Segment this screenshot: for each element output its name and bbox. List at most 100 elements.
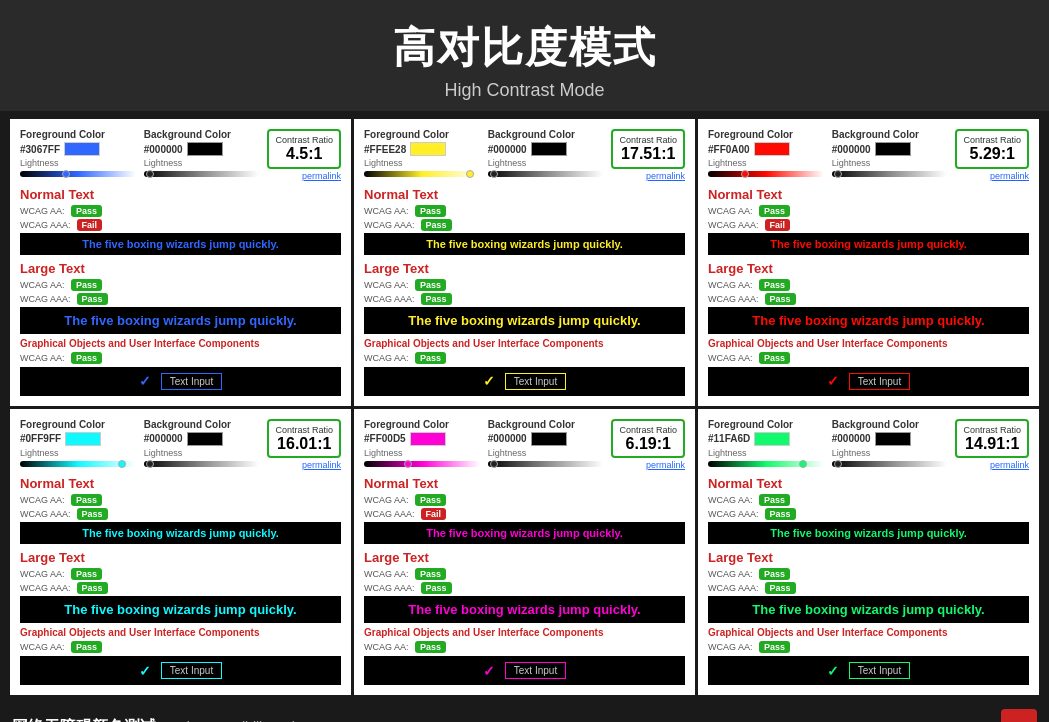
- contrast-value: 14.91:1: [963, 435, 1021, 453]
- normal-aa-badge: Pass: [759, 494, 790, 506]
- bg-lightness-label: Lightness: [832, 448, 948, 458]
- bg-hex: #000000: [832, 433, 871, 444]
- fg-hex: #0FF9FF: [20, 433, 61, 444]
- fg-thumb: [799, 460, 807, 468]
- graphical-aa-badge: Pass: [759, 352, 790, 364]
- bg-slider[interactable]: [144, 170, 260, 178]
- normal-aa-badge: Pass: [71, 494, 102, 506]
- large-aa-row: WCAG AA: Pass: [364, 568, 685, 580]
- title-en: High Contrast Mode: [0, 80, 1049, 101]
- bg-slider[interactable]: [488, 170, 604, 178]
- fg-slider[interactable]: [708, 460, 824, 468]
- bg-lightness-label: Lightness: [488, 448, 604, 458]
- text-input-demo[interactable]: Text Input: [505, 662, 566, 679]
- wcag-aa-label: WCAG AA:: [364, 495, 409, 505]
- normal-demo-box: The five boxing wizards jump quickly.: [20, 522, 341, 544]
- bg-thumb: [146, 460, 154, 468]
- fg-swatch: [410, 432, 446, 446]
- bg-value-row: #000000: [832, 432, 948, 446]
- graphical-demo-box: ✓ Text Input: [364, 367, 685, 396]
- bg-value-row: #000000: [144, 432, 260, 446]
- permalink[interactable]: permalink: [611, 460, 685, 470]
- large-aa-row: WCAG AA: Pass: [364, 279, 685, 291]
- large-text-title: Large Text: [364, 261, 685, 276]
- bg-value-row: #000000: [488, 432, 604, 446]
- graphical-aa-badge: Pass: [71, 641, 102, 653]
- footer-chinese: 网络无障碍颜色测试: [12, 717, 156, 722]
- bg-track: [488, 171, 604, 177]
- text-input-demo[interactable]: Text Input: [849, 662, 910, 679]
- graphical-aa-badge: Pass: [415, 352, 446, 364]
- text-input-demo[interactable]: Text Input: [161, 662, 222, 679]
- bg-slider[interactable]: [832, 460, 948, 468]
- graphical-aa-row: WCAG AA: Pass: [364, 641, 685, 653]
- fg-slider[interactable]: [20, 170, 136, 178]
- normal-text-title: Normal Text: [20, 476, 341, 491]
- bg-hex: #000000: [144, 433, 183, 444]
- bg-hex: #000000: [488, 433, 527, 444]
- graphical-aa-row: WCAG AA: Pass: [20, 352, 341, 364]
- fg-thumb: [741, 170, 749, 178]
- bg-swatch: [187, 432, 223, 446]
- large-wcag-aaa-label: WCAG AAA:: [364, 583, 415, 593]
- large-wcag-aa-label: WCAG AA:: [20, 280, 65, 290]
- normal-demo-box: The five boxing wizards jump quickly.: [708, 233, 1029, 255]
- large-wcag-aaa-label: WCAG AAA:: [708, 294, 759, 304]
- contrast-label: Contrast Ratio: [275, 135, 333, 145]
- graphical-title: Graphical Objects and User Interface Com…: [20, 338, 341, 349]
- bg-swatch: [875, 432, 911, 446]
- large-wcag-aa-label: WCAG AA:: [364, 569, 409, 579]
- contrast-box: Contrast Ratio 4.5:1 permalink: [267, 129, 341, 181]
- fg-hex: #3067FF: [20, 144, 60, 155]
- normal-aa-row: WCAG AA: Pass: [364, 205, 685, 217]
- normal-aaa-row: WCAG AAA: Pass: [364, 219, 685, 231]
- fg-slider[interactable]: [364, 460, 480, 468]
- normal-aaa-badge: Pass: [765, 508, 796, 520]
- fg-label: Foreground Color: [708, 129, 824, 140]
- bg-slider[interactable]: [144, 460, 260, 468]
- graphical-aa-badge: Pass: [415, 641, 446, 653]
- permalink[interactable]: permalink: [267, 460, 341, 470]
- wcag-aa-label: WCAG AA:: [364, 206, 409, 216]
- bg-swatch: [187, 142, 223, 156]
- fg-slider[interactable]: [364, 170, 480, 178]
- normal-demo-box: The five boxing wizards jump quickly.: [364, 522, 685, 544]
- permalink[interactable]: permalink: [955, 460, 1029, 470]
- normal-aa-row: WCAG AA: Pass: [708, 205, 1029, 217]
- bg-value-row: #000000: [144, 142, 260, 156]
- fg-label: Foreground Color: [708, 419, 824, 430]
- fg-slider[interactable]: [708, 170, 824, 178]
- permalink[interactable]: permalink: [955, 171, 1029, 181]
- fg-section: Foreground Color #FF00D5 Lightness: [364, 419, 480, 470]
- normal-aaa-badge: Fail: [421, 508, 447, 520]
- bg-track: [488, 461, 604, 467]
- permalink[interactable]: permalink: [267, 171, 341, 181]
- contrast-box: Contrast Ratio 5.29:1 permalink: [955, 129, 1029, 181]
- large-wcag-aa-label: WCAG AA:: [708, 280, 753, 290]
- bg-slider[interactable]: [488, 460, 604, 468]
- normal-aaa-row: WCAG AAA: Fail: [364, 508, 685, 520]
- checkmark-icon: ✓: [827, 663, 839, 679]
- fg-label: Foreground Color: [364, 419, 480, 430]
- bg-thumb: [490, 460, 498, 468]
- bg-section: Background Color #000000 Lightness: [144, 419, 260, 470]
- bg-section: Background Color #000000 Lightness: [144, 129, 260, 180]
- normal-text-title: Normal Text: [20, 187, 341, 202]
- normal-aaa-badge: Fail: [77, 219, 103, 231]
- text-input-demo[interactable]: Text Input: [849, 373, 910, 390]
- bg-hex: #000000: [488, 144, 527, 155]
- graphical-aa-row: WCAG AA: Pass: [364, 352, 685, 364]
- permalink[interactable]: permalink: [611, 171, 685, 181]
- text-input-demo[interactable]: Text Input: [505, 373, 566, 390]
- fg-track: [20, 171, 136, 177]
- bg-slider[interactable]: [832, 170, 948, 178]
- large-text-title: Large Text: [20, 550, 341, 565]
- fg-hex: #FFEE28: [364, 144, 406, 155]
- normal-demo-box: The five boxing wizards jump quickly.: [20, 233, 341, 255]
- bg-track: [832, 171, 948, 177]
- fg-slider[interactable]: [20, 460, 136, 468]
- text-input-demo[interactable]: Text Input: [161, 373, 222, 390]
- large-wcag-aaa-label: WCAG AAA:: [364, 294, 415, 304]
- bg-thumb: [834, 460, 842, 468]
- bg-label: Background Color: [144, 129, 260, 140]
